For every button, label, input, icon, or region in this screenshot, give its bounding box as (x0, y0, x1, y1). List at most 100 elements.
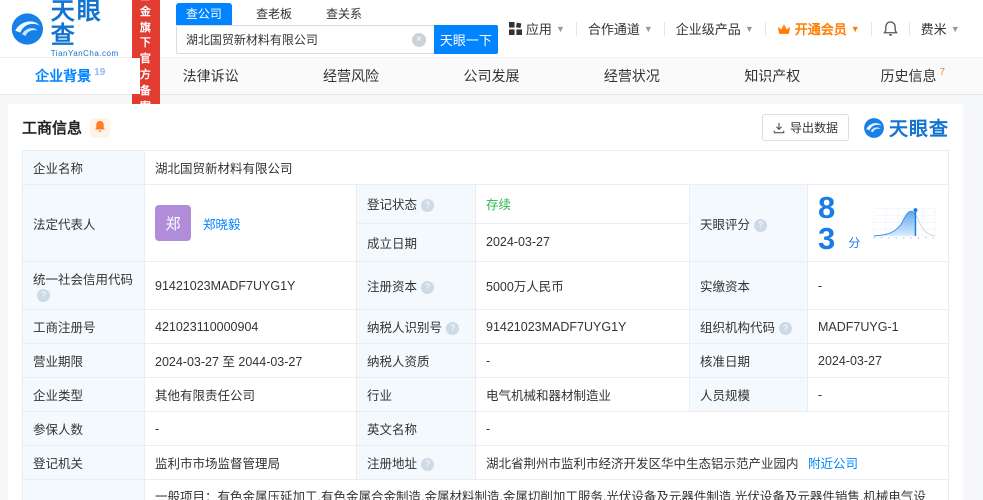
insured-count-value: - (144, 411, 357, 446)
tab-operating-risk[interactable]: 经营风险 (281, 58, 421, 94)
username-label: 费米 (920, 22, 947, 37)
reg-status-label: 登记状态? (356, 184, 476, 224)
tab-operating-status[interactable]: 经营状况 (562, 58, 702, 94)
business-term-label: 营业期限 (22, 343, 145, 378)
export-data-button[interactable]: 导出数据 (761, 114, 849, 141)
staff-size-value: - (807, 377, 949, 412)
insured-count-label: 参保人数 (22, 411, 145, 446)
business-scope-value: 一般项目：有色金属压延加工,有色金属合金制造,金属材料制造,金属切削加工服务,光… (144, 479, 949, 500)
search-tab-company[interactable]: 查公司 (175, 3, 232, 25)
company-name-label: 企业名称 (22, 150, 145, 185)
search-input[interactable] (175, 25, 434, 54)
registered-address-value: 湖北省荆州市监利市经济开发区华中生态铝示范产业园内 (486, 457, 799, 471)
tab-label: 法律诉讼 (182, 68, 239, 84)
legal-rep-avatar[interactable]: 郑 (155, 205, 191, 241)
notifications-button[interactable] (872, 20, 909, 37)
crown-icon (777, 23, 790, 34)
english-name-value: - (475, 411, 949, 446)
tab-label: 公司发展 (463, 68, 520, 84)
menu-enterprise-label: 企业级产品 (675, 22, 741, 37)
subscribe-bell-chip[interactable] (90, 117, 111, 138)
user-menu[interactable]: 费米 ▼ (910, 19, 971, 38)
tianyancha-watermark-text: 天眼查 (888, 119, 949, 140)
registration-authority-value: 监利市市场监督管理局 (144, 445, 357, 480)
brand-name: 天眼查 (50, 0, 103, 49)
established-date-label: 成立日期 (356, 222, 476, 262)
taxpayer-id-label: 纳税人识别号? (356, 309, 476, 344)
legal-rep-link[interactable]: 郑晓毅 (203, 214, 241, 233)
paid-capital-label: 实缴资本 (689, 261, 808, 310)
help-icon[interactable]: ? (754, 218, 768, 232)
approval-date-label: 核准日期 (689, 343, 808, 378)
menu-cooperation[interactable]: 合作通道 ▼ (577, 19, 664, 38)
tab-label: 知识产权 (744, 68, 801, 84)
tab-label: 企业背景 (35, 68, 92, 84)
menu-vip-upgrade[interactable]: 开通会员 ▼ (766, 19, 871, 38)
chevron-down-icon: ▼ (850, 23, 860, 34)
tab-count-badge: 7 (939, 66, 946, 78)
chevron-down-icon: ▼ (744, 23, 754, 34)
tianyancha-logo[interactable]: 天眼查 TianYanCha.com (10, 0, 122, 58)
registered-capital-value: 5000万人民币 (475, 261, 690, 310)
org-code-value: MADF7UYG-1 (807, 309, 949, 344)
help-icon[interactable]: ? (421, 458, 435, 471)
table-row: 营业期限 2024-03-27 至 2044-03-27 纳税人资质 - 核准日… (22, 343, 949, 378)
legal-rep-label: 法定代表人 (22, 184, 145, 262)
menu-cooperation-label: 合作通道 (587, 22, 640, 37)
brand-domain: TianYanCha.com (50, 48, 119, 58)
english-name-label: 英文名称 (356, 411, 476, 446)
nearby-companies-link[interactable]: 附近公司 (808, 457, 858, 471)
taxpayer-qualification-value: - (475, 343, 690, 378)
taxpayer-qualification-label: 纳税人资质 (356, 343, 476, 378)
staff-size-label: 人员规模 (689, 377, 808, 412)
uscc-value: 91421023MADF7UYG1Y (144, 261, 357, 310)
clear-search-icon[interactable]: × (411, 33, 426, 47)
tianyancha-logo-icon (864, 117, 884, 138)
uscc-label: 统一社会信用代码? (22, 261, 145, 310)
business-term-value: 2024-03-27 至 2044-03-27 (144, 343, 357, 378)
menu-vip-label: 开通会员 (794, 22, 847, 37)
company-section-tabs: 企业背景 19 法律诉讼 经营风险 公司发展 经营状况 知识产权 历史信息 7 (0, 57, 983, 95)
registered-capital-label: 注册资本? (356, 261, 476, 310)
tab-company-background[interactable]: 企业背景 19 (0, 58, 141, 94)
company-type-label: 企业类型 (22, 377, 145, 412)
business-scope-label: 经营范围 (22, 479, 145, 500)
chevron-down-icon: ▼ (555, 23, 565, 34)
menu-apps[interactable]: 应用 ▼ (498, 19, 576, 38)
table-row: 参保人数 - 英文名称 - (22, 411, 949, 446)
tyc-score-cell[interactable]: 83 分 (807, 184, 949, 262)
apps-grid-icon (508, 22, 522, 35)
top-bar: 天眼查 TianYanCha.com 国家中小企业发展子基金旗下 官方备案企业征… (0, 0, 983, 216)
tab-company-development[interactable]: 公司发展 (421, 58, 561, 94)
bell-icon (95, 120, 105, 132)
badge-line1: 国家中小企业发展子基金旗下 (139, 0, 152, 50)
table-row: 登记机关 监利市市场监督管理局 注册地址? 湖北省荆州市监利市经济开发区华中生态… (22, 445, 949, 480)
search-tab-relation[interactable]: 查关系 (316, 3, 372, 25)
registration-number-value: 421023110000904 (144, 309, 357, 344)
help-icon[interactable]: ? (446, 322, 460, 335)
tab-intellectual-property[interactable]: 知识产权 (702, 58, 842, 94)
search-tab-boss[interactable]: 查老板 (246, 3, 302, 25)
taxpayer-id-value: 91421023MADF7UYG1Y (475, 309, 690, 344)
tab-legal-proceedings[interactable]: 法律诉讼 (140, 58, 280, 94)
help-icon[interactable]: ? (779, 322, 793, 335)
business-info-table: 企业名称 湖北国贸新材料有限公司 法定代表人 郑 郑晓毅 登记状态? 存续 天眼… (22, 150, 949, 500)
legal-rep-cell: 郑 郑晓毅 (144, 184, 357, 262)
tab-history-info[interactable]: 历史信息 7 (843, 58, 983, 94)
registered-address-cell: 湖北省荆州市监利市经济开发区华中生态铝示范产业园内 附近公司 (475, 445, 949, 480)
table-row: 企业类型 其他有限责任公司 行业 电气机械和器材制造业 人员规模 - (22, 377, 949, 412)
tab-count-badge: 19 (94, 66, 106, 78)
tianyancha-logo-icon (11, 12, 43, 45)
help-icon[interactable]: ? (421, 281, 435, 294)
registration-authority-label: 登记机关 (22, 445, 145, 480)
download-icon (773, 122, 785, 133)
reg-status-value: 存续 (475, 184, 690, 224)
top-menu: 应用 ▼ 合作通道 ▼ 企业级产品 ▼ 开通会员 ▼ 费米 ▼ (498, 19, 971, 38)
menu-enterprise-products[interactable]: 企业级产品 ▼ (665, 19, 765, 38)
approval-date-value: 2024-03-27 (807, 343, 949, 378)
tyc-score-label-text: 天眼评分 (700, 217, 751, 232)
search-button[interactable]: 天眼一下 (433, 25, 498, 54)
tab-label: 历史信息 (880, 68, 937, 84)
help-icon[interactable]: ? (421, 199, 435, 213)
help-icon[interactable]: ? (37, 289, 50, 302)
